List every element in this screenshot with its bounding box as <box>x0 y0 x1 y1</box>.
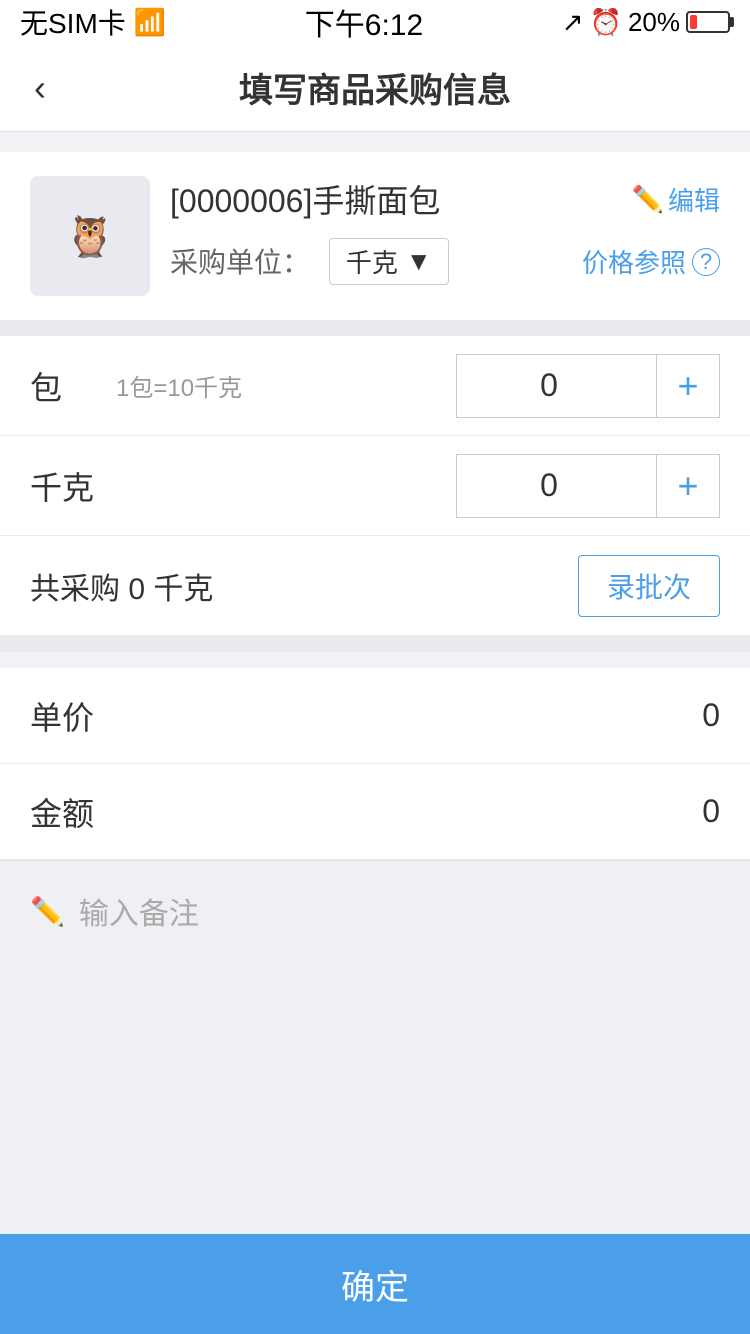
edit-button[interactable]: ✏️ 编辑 <box>632 181 720 218</box>
status-right: ↗ ⏰ 20% <box>562 7 730 38</box>
bag-label: 包 <box>30 363 110 409</box>
price-ref-help-icon: ? <box>692 248 720 276</box>
summary-text: 共采购 0 千克 <box>30 564 213 608</box>
unit-price-row: 单价 0 <box>0 668 750 764</box>
bag-input-row: 包 1包=10千克 + <box>0 336 750 436</box>
product-info: [0000006]手撕面包 ✏️ 编辑 采购单位： 千克 ▼ 价格参照 ? <box>170 176 720 285</box>
time-label: 下午6:12 <box>305 0 423 44</box>
kg-input-row: 千克 + <box>0 436 750 536</box>
amount-row: 金额 0 <box>0 764 750 860</box>
batch-button[interactable]: 录批次 <box>578 555 720 617</box>
unit-price-label: 单价 <box>30 693 94 739</box>
product-card: 🦉 [0000006]手撕面包 ✏️ 编辑 采购单位： 千克 ▼ <box>0 152 750 320</box>
product-name-row: [0000006]手撕面包 ✏️ 编辑 <box>170 176 720 222</box>
alarm-icon: ⏰ <box>590 7 622 38</box>
bag-quantity-input[interactable] <box>456 354 656 418</box>
unit-value: 千克 <box>346 243 398 280</box>
kg-label: 千克 <box>30 463 110 509</box>
bag-sublabel: 1包=10千克 <box>116 368 456 403</box>
product-image: 🦉 <box>30 176 150 296</box>
divider-bar <box>0 320 750 336</box>
unit-row: 采购单位： 千克 ▼ 价格参照 ? <box>170 238 720 285</box>
battery-icon <box>686 11 730 33</box>
back-icon: ‹ <box>34 67 46 109</box>
input-section: 包 1包=10千克 + 千克 + <box>0 336 750 536</box>
remark-section[interactable]: ✏️ 输入备注 <box>0 860 750 961</box>
edit-label: 编辑 <box>668 181 720 218</box>
amount-value: 0 <box>702 793 720 830</box>
price-ref-button[interactable]: 价格参照 ? <box>582 243 720 280</box>
unit-label: 采购单位： <box>170 247 310 278</box>
pencil-icon: ✏️ <box>30 895 65 928</box>
remark-placeholder: 输入备注 <box>79 889 199 933</box>
content-spacer <box>0 961 750 1234</box>
price-section: 单价 0 金额 0 <box>0 668 750 860</box>
price-ref-label: 价格参照 <box>582 243 686 280</box>
nav-bar: ‹ 填写商品采购信息 <box>0 44 750 132</box>
kg-plus-button[interactable]: + <box>656 454 720 518</box>
summary-row: 共采购 0 千克 录批次 <box>0 536 750 636</box>
wifi-icon: 📶 <box>134 7 166 38</box>
location-icon: ↗ <box>562 7 584 38</box>
kg-quantity-input[interactable] <box>456 454 656 518</box>
kg-plus-icon: + <box>677 465 698 507</box>
unit-price-value: 0 <box>702 697 720 734</box>
divider-bar-2 <box>0 636 750 652</box>
carrier-label: 无SIM卡 <box>20 2 126 42</box>
battery-percent: 20% <box>628 7 680 38</box>
unit-label-group: 采购单位： 千克 ▼ <box>170 238 449 285</box>
battery-fill <box>690 15 697 29</box>
confirm-bar[interactable]: 确定 <box>0 1234 750 1334</box>
unit-arrow: ▼ <box>406 246 432 277</box>
amount-label: 金额 <box>30 789 94 835</box>
product-name: [0000006]手撕面包 <box>170 176 440 222</box>
status-bar: 无SIM卡 📶 下午6:12 ↗ ⏰ 20% <box>0 0 750 44</box>
bag-plus-button[interactable]: + <box>656 354 720 418</box>
kg-input-box: + <box>456 454 720 518</box>
confirm-label: 确定 <box>341 1260 409 1309</box>
status-left: 无SIM卡 📶 <box>20 2 166 42</box>
back-button[interactable]: ‹ <box>0 44 80 132</box>
bag-plus-icon: + <box>677 365 698 407</box>
page-title: 填写商品采购信息 <box>239 63 511 112</box>
bag-input-box: + <box>456 354 720 418</box>
unit-select[interactable]: 千克 ▼ <box>329 238 449 285</box>
product-logo: 🦉 <box>65 213 115 260</box>
edit-icon: ✏️ <box>632 184 664 215</box>
